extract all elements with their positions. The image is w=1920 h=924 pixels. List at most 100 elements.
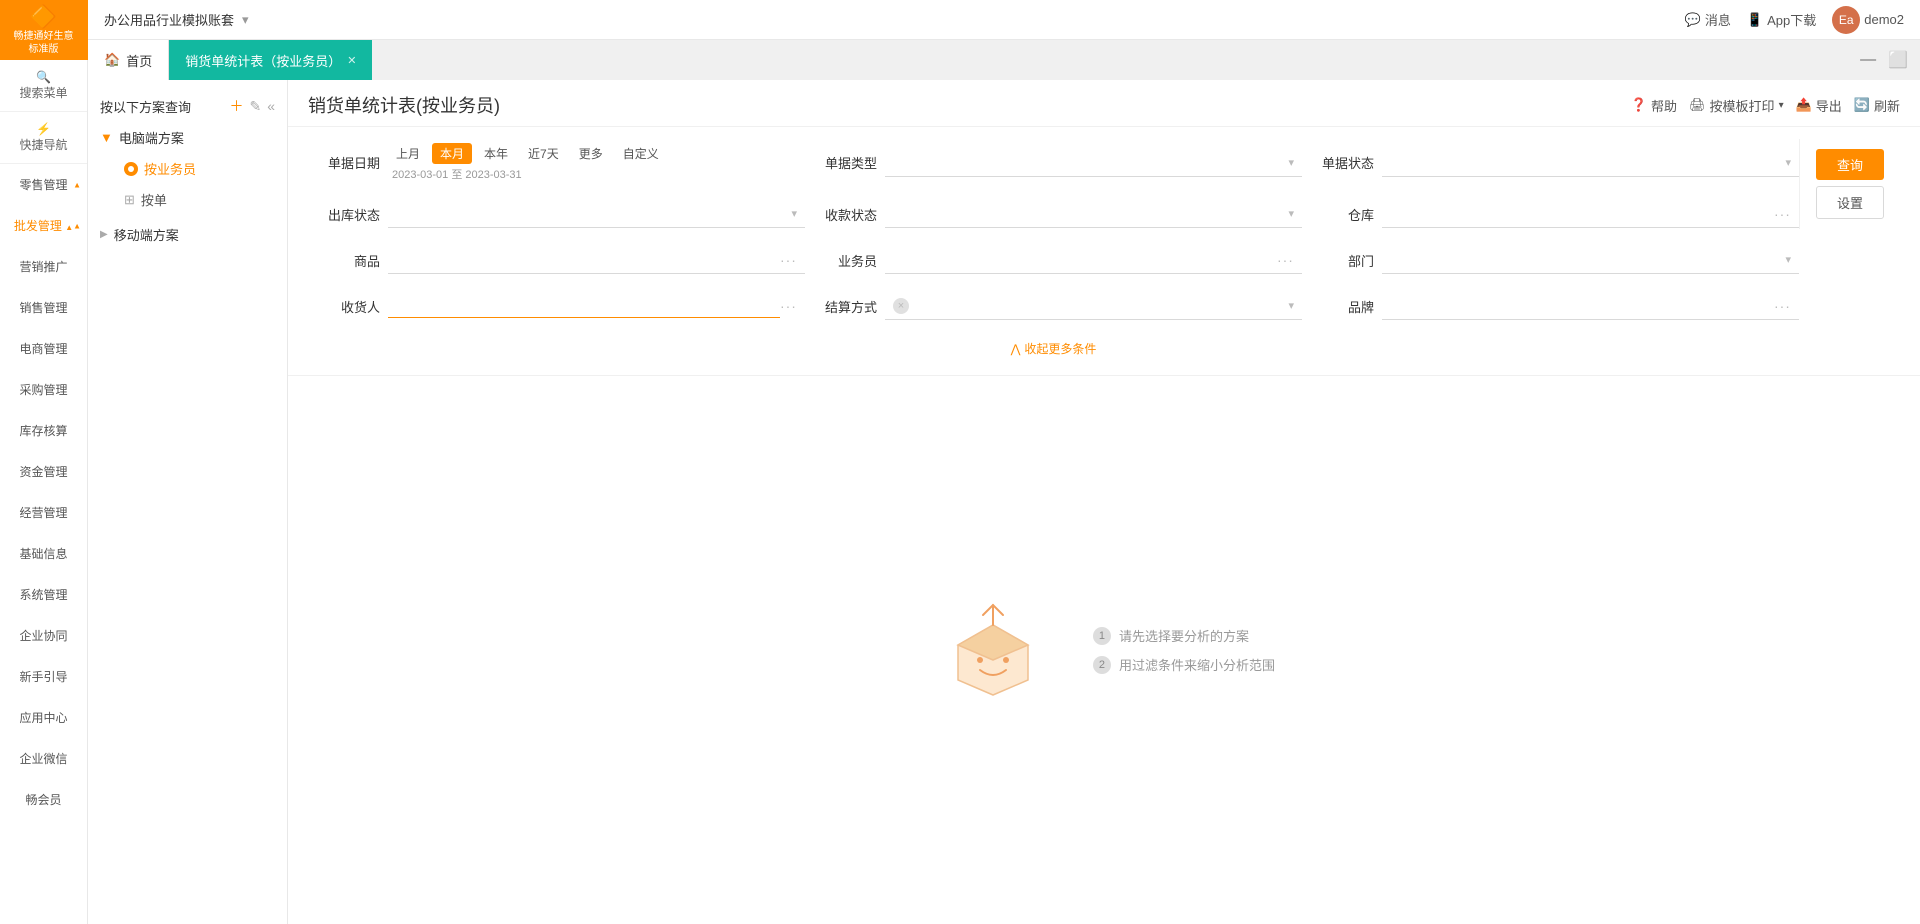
date-more-btn[interactable]: 更多: [571, 143, 611, 164]
warehouse-select[interactable]: ···: [1382, 200, 1799, 228]
dept-select[interactable]: ▾: [1382, 246, 1799, 274]
sidebar-item-management[interactable]: 经营管理: [0, 492, 87, 533]
message-icon: 💬: [1685, 12, 1701, 28]
tab-sales-stats[interactable]: 销货单统计表（按业务员） ✕: [169, 40, 372, 80]
salesman-select[interactable]: ···: [885, 246, 1302, 274]
sidebar-item-wechat[interactable]: 企业微信: [0, 738, 87, 779]
brand-label: 品牌: [1302, 297, 1382, 316]
empty-step-1: 1 请先选择要分析的方案: [1093, 626, 1275, 645]
goods-select[interactable]: ···: [388, 246, 805, 274]
header-right: 💬 消息 📱 App下载 Ea demo2: [1685, 6, 1904, 34]
date-this-month-btn[interactable]: 本月: [432, 143, 472, 164]
header-title: 办公用品行业模拟账套: [104, 10, 234, 29]
export-btn[interactable]: 📤 导出: [1796, 96, 1842, 115]
user-menu[interactable]: Ea demo2: [1832, 6, 1904, 34]
date-this-year-btn[interactable]: 本年: [476, 143, 516, 164]
filter-recipient-cell: 收货人 ···: [308, 288, 805, 324]
sidebar-item-basic[interactable]: 基础信息: [0, 533, 87, 574]
sidebar-item-retail[interactable]: 零售管理: [0, 164, 87, 205]
doctype-select[interactable]: ▾: [885, 149, 1302, 177]
sidebar-item-system[interactable]: 系统管理: [0, 574, 87, 615]
step-2-num: 2: [1093, 656, 1111, 674]
header-dropdown-arrow[interactable]: ▾: [242, 12, 249, 28]
recipient-label: 收货人: [308, 297, 388, 316]
tree-parent-desktop[interactable]: ▼ 电脑端方案: [88, 122, 287, 153]
date-last-month-btn[interactable]: 上月: [388, 143, 428, 164]
recipient-input[interactable]: [388, 294, 780, 318]
filter-outstatus-cell: 出库状态 ▾: [308, 196, 805, 232]
sidebar-item-marketing[interactable]: 营销推广: [0, 246, 87, 287]
download-icon: 📱: [1747, 12, 1763, 28]
home-icon: 🏠: [104, 52, 120, 68]
tree-expand-icon: ▼: [100, 130, 113, 145]
outstatus-label: 出库状态: [308, 205, 388, 224]
print-btn[interactable]: 🖨 按模板打印 ▾: [1689, 96, 1784, 115]
filter-salesman-cell: 业务员 ···: [805, 242, 1302, 278]
date-range: 2023-03-01 至 2023-03-31: [388, 166, 805, 182]
sidebar-item-apps[interactable]: 应用中心: [0, 697, 87, 738]
grid-icon: ⊞: [124, 192, 135, 208]
salesman-label: 业务员: [805, 251, 885, 270]
sidebar-quick-nav[interactable]: ⚡ 快捷导航: [0, 112, 87, 164]
edit-plan-btn[interactable]: ✎: [249, 98, 261, 115]
docstatus-select[interactable]: ▾: [1382, 149, 1799, 177]
message-btn[interactable]: 💬 消息: [1685, 10, 1731, 29]
sidebar-item-purchase[interactable]: 采购管理: [0, 369, 87, 410]
filter-main: 单据日期 上月 本月 本年 近7天 更多 自定义: [308, 139, 1799, 363]
quick-icon: ⚡: [36, 122, 51, 136]
content-area: 按以下方案查询 ＋ ✎ « ▼ 电脑端方案 按业务员 ⊞ 按单: [88, 80, 1920, 924]
tab-home[interactable]: 🏠 首页: [88, 40, 169, 80]
app-logo: 🔶 畅捷通好生意 标准版: [0, 0, 88, 60]
sidebar-item-guide[interactable]: 新手引导: [0, 656, 87, 697]
empty-box-icon: [933, 590, 1053, 710]
settings-btn[interactable]: 设置: [1816, 186, 1884, 219]
sidebar-item-member[interactable]: 畅会员: [0, 779, 87, 820]
query-btn[interactable]: 查询: [1816, 149, 1884, 180]
date-buttons: 上月 本月 本年 近7天 更多 自定义: [388, 143, 805, 164]
filter-warehouse-cell: 仓库 ···: [1302, 196, 1799, 232]
settlement-clear-btn[interactable]: ×: [893, 298, 909, 314]
tab-minimize-btn[interactable]: —: [1856, 47, 1880, 73]
add-plan-btn[interactable]: ＋: [229, 96, 243, 116]
sidebar-item-wholesale[interactable]: 批发管理 ▲: [0, 205, 87, 246]
collapse-conditions-btn[interactable]: ⋀ 收起更多条件: [308, 334, 1799, 363]
help-icon: ❓: [1631, 97, 1647, 113]
right-panel: 销货单统计表(按业务员) ❓ 帮助 🖨 按模板打印 ▾ 📤 导出: [288, 80, 1920, 924]
sidebar-item-inventory[interactable]: 库存核算: [0, 410, 87, 451]
sidebar-item-sales[interactable]: 销售管理: [0, 287, 87, 328]
brand-select[interactable]: ···: [1382, 292, 1799, 320]
collapse-panel-btn[interactable]: «: [267, 98, 275, 114]
receivestatus-label: 收款状态: [805, 205, 885, 224]
receivestatus-select[interactable]: ▾: [885, 200, 1302, 228]
tab-close-btn[interactable]: ✕: [347, 54, 356, 67]
goods-label: 商品: [308, 251, 388, 270]
sidebar-item-finance[interactable]: 资金管理: [0, 451, 87, 492]
docstatus-arrow-icon: ▾: [1785, 156, 1791, 169]
date-last-7-btn[interactable]: 近7天: [520, 143, 567, 164]
tree-parent-mobile[interactable]: ▶ 移动端方案: [88, 219, 287, 250]
sidebar-item-collab[interactable]: 企业协同: [0, 615, 87, 656]
brand-dots-icon: ···: [1774, 298, 1791, 314]
left-panel-header: 按以下方案查询 ＋ ✎ «: [88, 90, 287, 122]
avatar: Ea: [1832, 6, 1860, 34]
filter-doctype-cell: 单据类型 ▾: [805, 139, 1302, 186]
date-custom-btn[interactable]: 自定义: [615, 143, 667, 164]
doctype-arrow-icon: ▾: [1288, 156, 1294, 169]
app-download-btn[interactable]: 📱 App下载: [1747, 10, 1816, 29]
refresh-btn[interactable]: 🔄 刷新: [1854, 96, 1900, 115]
step-1-num: 1: [1093, 627, 1111, 645]
left-panel-icons: ＋ ✎ «: [229, 96, 275, 116]
tree-child-by-salesman[interactable]: 按业务员: [88, 153, 287, 184]
sidebar-item-ecommerce[interactable]: 电商管理: [0, 328, 87, 369]
outstatus-select[interactable]: ▾: [388, 200, 805, 228]
help-btn[interactable]: ❓ 帮助: [1631, 96, 1677, 115]
settlement-select[interactable]: × ▾: [885, 292, 1302, 320]
tab-maximize-btn[interactable]: ⬜: [1884, 46, 1912, 74]
tree-child-by-order[interactable]: ⊞ 按单: [88, 184, 287, 215]
filter-row-3: 商品 ··· 业务员 ···: [308, 242, 1799, 278]
sidebar-search[interactable]: 🔍 搜索菜单: [0, 60, 87, 112]
empty-state: 1 请先选择要分析的方案 2 用过滤条件来缩小分析范围: [288, 376, 1920, 924]
top-header: 办公用品行业模拟账套 ▾ 💬 消息 📱 App下载 Ea demo2: [88, 0, 1920, 40]
filter-receivestatus-cell: 收款状态 ▾: [805, 196, 1302, 232]
filter-row-1: 单据日期 上月 本月 本年 近7天 更多 自定义: [308, 139, 1799, 186]
